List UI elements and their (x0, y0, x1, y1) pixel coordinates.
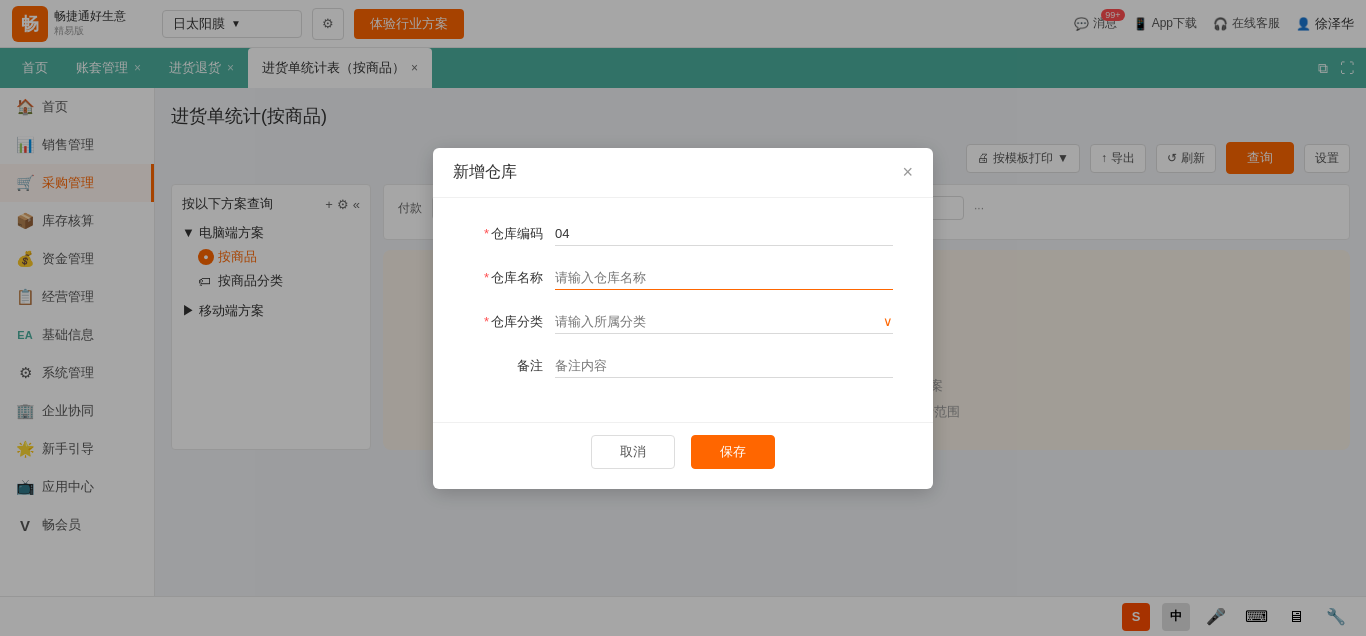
dialog-title: 新增仓库 (453, 162, 517, 183)
dialog-close-button[interactable]: × (902, 163, 913, 181)
warehouse-name-label: *仓库名称 (473, 269, 543, 287)
required-star-2: * (484, 270, 489, 285)
dialog-overlay[interactable]: 新增仓库 × *仓库编码 *仓库名称 *仓库分类 (0, 0, 1366, 636)
warehouse-code-input[interactable] (555, 222, 893, 246)
warehouse-category-row: *仓库分类 ∨ (473, 310, 893, 334)
warehouse-category-label: *仓库分类 (473, 313, 543, 331)
warehouse-category-input[interactable] (555, 314, 883, 329)
warehouse-name-input[interactable] (555, 266, 893, 290)
warehouse-code-row: *仓库编码 (473, 222, 893, 246)
required-star: * (484, 226, 489, 241)
warehouse-remark-label: 备注 (473, 357, 543, 375)
warehouse-code-label: *仓库编码 (473, 225, 543, 243)
warehouse-remark-row: 备注 (473, 354, 893, 378)
new-warehouse-dialog: 新增仓库 × *仓库编码 *仓库名称 *仓库分类 (433, 148, 933, 489)
dialog-header: 新增仓库 × (433, 148, 933, 198)
warehouse-name-row: *仓库名称 (473, 266, 893, 290)
save-button[interactable]: 保存 (691, 435, 775, 469)
warehouse-remark-input[interactable] (555, 354, 893, 378)
cancel-button[interactable]: 取消 (591, 435, 675, 469)
dialog-footer: 取消 保存 (433, 422, 933, 489)
category-dropdown-icon[interactable]: ∨ (883, 314, 893, 329)
dialog-body: *仓库编码 *仓库名称 *仓库分类 ∨ (433, 198, 933, 414)
warehouse-category-select[interactable]: ∨ (555, 310, 893, 334)
required-star-3: * (484, 314, 489, 329)
